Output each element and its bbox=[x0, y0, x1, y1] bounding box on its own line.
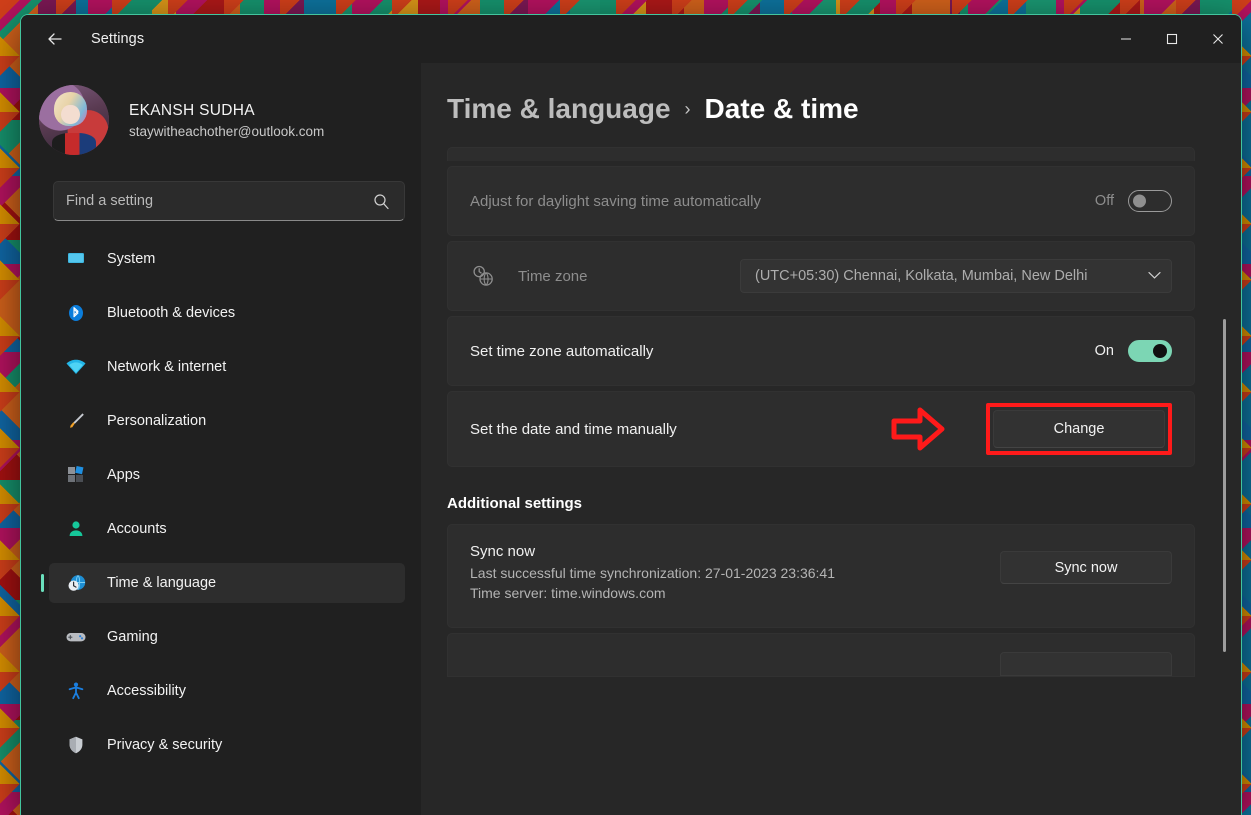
bluetooth-icon bbox=[65, 302, 87, 324]
sidebar-item-apps[interactable]: Apps bbox=[49, 455, 405, 495]
window-titlebar: Settings bbox=[21, 15, 1241, 63]
sidebar: EKANSH SUDHA staywitheachother@outlook.c… bbox=[21, 63, 421, 815]
back-button[interactable] bbox=[37, 23, 73, 55]
partial-card-bottom[interactable] bbox=[447, 633, 1195, 677]
partial-card-top bbox=[447, 147, 1195, 161]
row-daylight-saving[interactable]: Adjust for daylight saving time automati… bbox=[447, 166, 1195, 236]
time-zone-dropdown[interactable]: (UTC+05:30) Chennai, Kolkata, Mumbai, Ne… bbox=[740, 259, 1172, 293]
toggle-knob bbox=[1133, 194, 1146, 208]
maximize-button[interactable] bbox=[1149, 15, 1195, 63]
avatar-face bbox=[61, 104, 80, 125]
sidebar-item-time-language[interactable]: Time & language bbox=[49, 563, 405, 603]
row-sync-now[interactable]: Sync now Last successful time synchroniz… bbox=[447, 524, 1195, 628]
sidebar-item-accessibility[interactable]: Accessibility bbox=[49, 671, 405, 711]
sidebar-item-label: Apps bbox=[107, 467, 141, 483]
partial-button[interactable] bbox=[1000, 652, 1172, 676]
search-box[interactable] bbox=[53, 181, 405, 221]
search-wrap bbox=[21, 169, 421, 221]
breadcrumb-current: Date & time bbox=[704, 93, 859, 124]
sidebar-item-label: Privacy & security bbox=[107, 737, 223, 753]
shield-icon bbox=[65, 734, 87, 756]
wifi-icon bbox=[65, 356, 87, 378]
content-scrollbar[interactable] bbox=[1223, 229, 1227, 755]
row-set-time-zone-automatically[interactable]: Set time zone automatically On bbox=[447, 316, 1195, 386]
clock-globe-icon bbox=[470, 263, 496, 289]
sync-time-server: Time server: time.windows.com bbox=[470, 585, 666, 601]
sync-last-time: Last successful time synchronization: 27… bbox=[470, 565, 835, 581]
back-arrow-icon bbox=[48, 33, 62, 45]
search-icon bbox=[373, 193, 404, 210]
sidebar-item-privacy-security[interactable]: Privacy & security bbox=[49, 725, 405, 765]
avatar-body bbox=[51, 132, 97, 155]
time-zone-value: (UTC+05:30) Chennai, Kolkata, Mumbai, Ne… bbox=[755, 268, 1088, 284]
account-text: EKANSH SUDHA staywitheachother@outlook.c… bbox=[129, 102, 324, 139]
close-icon bbox=[1213, 34, 1223, 44]
sidebar-item-bluetooth-devices[interactable]: Bluetooth & devices bbox=[49, 293, 405, 333]
sidebar-item-label: Time & language bbox=[107, 575, 217, 591]
sidebar-item-network-internet[interactable]: Network & internet bbox=[49, 347, 405, 387]
sidebar-item-label: Gaming bbox=[107, 629, 158, 645]
window-body: EKANSH SUDHA staywitheachother@outlook.c… bbox=[21, 63, 1241, 815]
accessibility-icon bbox=[65, 680, 87, 702]
toggle-wrap: Off bbox=[1095, 190, 1172, 212]
row-title: Adjust for daylight saving time automati… bbox=[470, 192, 761, 210]
sidebar-item-label: Bluetooth & devices bbox=[107, 305, 236, 321]
change-button[interactable]: Change bbox=[993, 410, 1165, 448]
clock-globe-icon bbox=[65, 572, 87, 594]
sidebar-item-system[interactable]: System bbox=[49, 239, 405, 279]
gamepad-icon bbox=[65, 626, 87, 648]
settings-window: Settings EKANSH SUDHA staywitheachother@… bbox=[20, 14, 1242, 815]
window-controls bbox=[1103, 15, 1241, 63]
row-title: Time zone bbox=[518, 267, 588, 285]
additional-settings-heading: Additional settings bbox=[447, 495, 582, 512]
change-button-highlight: Change bbox=[986, 403, 1172, 455]
breadcrumb-parent[interactable]: Time & language bbox=[447, 93, 671, 125]
sidebar-item-personalization[interactable]: Personalization bbox=[49, 401, 405, 441]
monitor-icon bbox=[65, 248, 87, 270]
row-time-zone[interactable]: Time zone (UTC+05:30) Chennai, Kolkata, … bbox=[447, 241, 1195, 311]
search-input[interactable] bbox=[54, 193, 373, 209]
sidebar-nav-list: System Bluetooth & devices Network & int… bbox=[21, 239, 421, 765]
minimize-button[interactable] bbox=[1103, 15, 1149, 63]
account-email: staywitheachother@outlook.com bbox=[129, 123, 325, 139]
sidebar-item-label: Accounts bbox=[107, 521, 167, 537]
paintbrush-icon bbox=[65, 410, 87, 432]
sidebar-item-label: Personalization bbox=[107, 413, 207, 429]
maximize-icon bbox=[1166, 33, 1178, 45]
window-title: Settings bbox=[91, 31, 145, 47]
daylight-saving-toggle[interactable] bbox=[1128, 190, 1172, 212]
sync-title: Sync now bbox=[470, 543, 536, 560]
account-name: EKANSH SUDHA bbox=[129, 101, 255, 119]
apps-grid-icon bbox=[65, 464, 87, 486]
toggle-state-label: On bbox=[1094, 343, 1114, 359]
avatar bbox=[39, 85, 109, 155]
scrollbar-thumb[interactable] bbox=[1223, 319, 1226, 652]
breadcrumb-separator: › bbox=[684, 98, 691, 119]
content-pane: Time & language › Date & time Adjust for… bbox=[421, 63, 1241, 815]
row-title: Set time zone automatically bbox=[470, 342, 654, 360]
settings-scroll-area: Adjust for daylight saving time automati… bbox=[421, 147, 1241, 815]
person-icon bbox=[65, 518, 87, 540]
sync-now-button[interactable]: Sync now bbox=[1000, 551, 1172, 584]
toggle-state-label: Off bbox=[1094, 193, 1114, 209]
sidebar-item-label: Network & internet bbox=[107, 359, 227, 375]
toggle-knob bbox=[1153, 344, 1167, 358]
sidebar-item-accounts[interactable]: Accounts bbox=[49, 509, 405, 549]
chevron-down-icon bbox=[1148, 269, 1161, 283]
row-set-date-time-manually[interactable]: Set the date and time manually Change bbox=[447, 391, 1195, 467]
account-block[interactable]: EKANSH SUDHA staywitheachother@outlook.c… bbox=[21, 63, 421, 169]
minimize-icon bbox=[1121, 38, 1131, 40]
sync-button-wrap: Sync now bbox=[1000, 543, 1172, 584]
close-button[interactable] bbox=[1195, 15, 1241, 63]
sync-text-block: Sync now Last successful time synchroniz… bbox=[470, 543, 1000, 605]
sidebar-item-label: Accessibility bbox=[107, 683, 186, 699]
red-arrow-annotation-icon bbox=[890, 405, 948, 453]
toggle-wrap: On bbox=[1095, 340, 1172, 362]
set-time-zone-automatically-toggle[interactable] bbox=[1128, 340, 1172, 362]
sidebar-item-label: System bbox=[107, 251, 156, 267]
sidebar-item-gaming[interactable]: Gaming bbox=[49, 617, 405, 657]
breadcrumb: Time & language › Date & time bbox=[421, 63, 1241, 147]
